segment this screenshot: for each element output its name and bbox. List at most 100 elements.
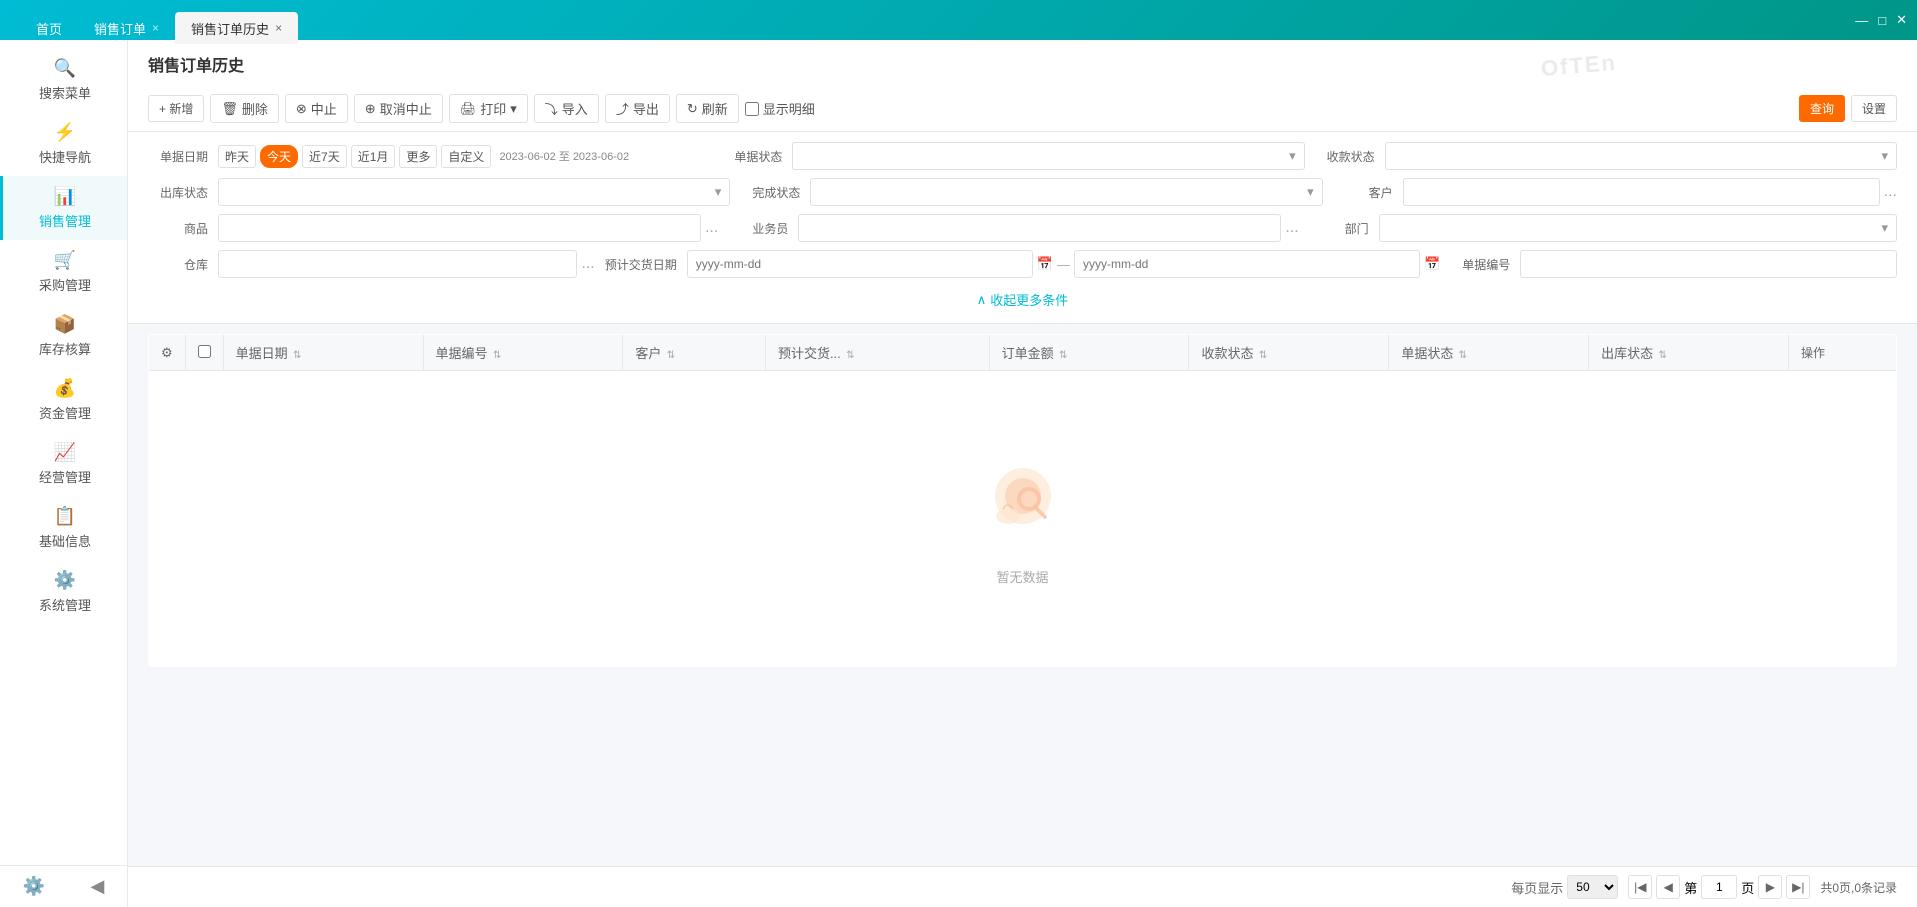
per-page-dropdown[interactable]: 50 20 100 200 (1567, 875, 1618, 899)
add-button[interactable]: + 新增 (148, 95, 204, 122)
prev-page-btn[interactable]: ◀ (1656, 875, 1680, 899)
current-page-input[interactable] (1701, 875, 1737, 899)
sidebar-label-经营管理: 经营管理 (39, 467, 91, 486)
show-columns-area: 显示明细 (745, 99, 815, 118)
7days-btn[interactable]: 近7天 (302, 145, 347, 168)
doc-status-sort-icon[interactable]: ⇅ (1459, 350, 1467, 361)
receipt-status-select[interactable]: ▾ (1385, 142, 1897, 170)
settings-button[interactable]: 设置 (1851, 95, 1897, 122)
tab-销售订单[interactable]: 销售订单× (78, 12, 175, 44)
amount-sort-icon[interactable]: ⇅ (1059, 350, 1067, 361)
window-minimize-btn[interactable]: — (1855, 13, 1868, 28)
department-select[interactable]: ▾ (1379, 214, 1897, 242)
sidebar-nav: 🔍 搜索菜单 ⚡ 快捷导航 📊 销售管理 🛒 采购管理 📦 库存核算 💰 资金管… (0, 48, 127, 624)
refresh-icon: ↻ (687, 101, 698, 117)
settings-gear-icon[interactable]: ⚙ (161, 345, 173, 360)
stop-icon: ⊗ (296, 101, 307, 117)
delivery-sort-icon[interactable]: ⇅ (846, 350, 854, 361)
sidebar-icon-库存核算: 📦 (54, 314, 76, 335)
status-filter-label: 单据状态 (722, 148, 782, 165)
sidebar-item-基础信息[interactable]: 📋 基础信息 (0, 496, 127, 560)
sidebar-item-系统管理[interactable]: ⚙️ 系统管理 (0, 560, 127, 624)
product-dots-btn[interactable]: ... (705, 219, 718, 237)
sidebar-label-采购管理: 采购管理 (39, 275, 91, 294)
last-page-btn[interactable]: ▶| (1786, 875, 1810, 899)
select-all-checkbox[interactable] (198, 345, 211, 358)
calendar-from-icon[interactable]: 📅 (1037, 256, 1053, 272)
sidebar-bottom: ⚙️ ◀ (0, 865, 127, 907)
product-input[interactable] (218, 214, 701, 242)
per-page-select: 每页显示 50 20 100 200 (1511, 875, 1618, 899)
tab-close-销售订单[interactable]: × (152, 21, 159, 35)
expected-date-from[interactable] (687, 250, 1033, 278)
sidebar-item-采购管理[interactable]: 🛒 采购管理 (0, 240, 127, 304)
more-date-btn[interactable]: 更多 (399, 145, 437, 168)
salesperson-input[interactable] (798, 214, 1281, 242)
status-chevron-icon: ▾ (1289, 148, 1296, 164)
first-page-btn[interactable]: |◀ (1628, 875, 1652, 899)
sidebar-label-销售管理: 销售管理 (39, 211, 91, 230)
warehouse-dots-btn[interactable]: ... (581, 255, 594, 273)
warehouse-control: ... (218, 250, 595, 278)
export-button[interactable]: ⤴ 导出 (605, 94, 670, 123)
delete-button[interactable]: 🗑 删除 (210, 94, 279, 123)
filter-row-1: 单据日期 昨天 今天 近7天 近1月 更多 自定义 2023-06-02 至 2… (148, 142, 1897, 170)
window-maximize-btn[interactable]: □ (1878, 13, 1886, 28)
table-area: ⚙ 单据日期 ⇅ 单据编号 ⇅ (128, 324, 1917, 866)
calendar-to-icon[interactable]: 📅 (1424, 256, 1440, 272)
collapse-label: 收起更多条件 (990, 290, 1068, 309)
cancel-stop-button[interactable]: ⊕ 取消中止 (354, 94, 443, 123)
tab-close-销售订单历史[interactable]: × (275, 21, 282, 35)
query-button[interactable]: 查询 (1799, 95, 1845, 122)
print-button[interactable]: 🖨 打印 ▾ (449, 94, 528, 123)
customer-control: ... (1403, 178, 1897, 206)
custom-date-btn[interactable]: 自定义 (441, 145, 491, 168)
pagination-nav: |◀ ◀ 第 页 ▶ ▶| (1628, 875, 1810, 899)
receipt-sort-icon[interactable]: ⇅ (1259, 350, 1267, 361)
salesperson-label: 业务员 (728, 220, 788, 237)
1month-btn[interactable]: 近1月 (351, 145, 396, 168)
tab-销售订单历史[interactable]: 销售订单历史× (175, 12, 298, 44)
sidebar-item-搜索菜单[interactable]: 🔍 搜索菜单 (0, 48, 127, 112)
page-label-before: 第 (1684, 878, 1697, 897)
sidebar-label-资金管理: 资金管理 (39, 403, 91, 422)
date-sort-icon[interactable]: ⇅ (293, 350, 301, 361)
footer: 每页显示 50 20 100 200 |◀ ◀ 第 页 ▶ ▶| 共0页,0条记… (128, 866, 1917, 907)
complete-select[interactable]: ▾ (810, 178, 1322, 206)
import-button[interactable]: ⤵ 导入 (534, 94, 599, 123)
date-separator: — (1057, 257, 1070, 272)
warehouse-input[interactable] (218, 250, 577, 278)
sidebar-item-经营管理[interactable]: 📈 经营管理 (0, 432, 127, 496)
window-close-btn[interactable]: ✕ (1896, 12, 1907, 28)
delivery-status-sort-icon[interactable]: ⇅ (1659, 350, 1667, 361)
sidebar-item-资金管理[interactable]: 💰 资金管理 (0, 368, 127, 432)
top-bar-right: — □ ✕ (1855, 12, 1907, 28)
expected-date-to[interactable] (1074, 250, 1420, 278)
sidebar-settings-btn[interactable]: ⚙️ (23, 876, 45, 897)
status-select[interactable]: ▾ (792, 142, 1304, 170)
customer-input[interactable] (1403, 178, 1880, 206)
sidebar-collapse-btn[interactable]: ◀ (90, 876, 104, 897)
filter-row-4: 仓库 ... 预计交货日期 📅 — 📅 单据编号 (148, 250, 1897, 278)
collapse-btn[interactable]: ∧ 收起更多条件 (148, 286, 1897, 313)
sidebar-item-销售管理[interactable]: 📊 销售管理 (0, 176, 127, 240)
salesperson-dots-btn[interactable]: ... (1285, 219, 1298, 237)
sidebar-icon-系统管理: ⚙️ (54, 570, 76, 591)
number-sort-icon[interactable]: ⇅ (493, 350, 501, 361)
empty-text: 暂无数据 (996, 567, 1048, 586)
doc-number-input[interactable] (1520, 250, 1897, 278)
customer-sort-icon[interactable]: ⇅ (667, 350, 675, 361)
sidebar-item-库存核算[interactable]: 📦 库存核算 (0, 304, 127, 368)
sidebar-label-快捷导航: 快捷导航 (39, 147, 91, 166)
tab-首页[interactable]: 首页 (20, 12, 78, 44)
today-btn[interactable]: 今天 (260, 145, 298, 168)
delivery-select[interactable]: ▾ (218, 178, 730, 206)
department-label: 部门 (1309, 220, 1369, 237)
stop-button[interactable]: ⊗ 中止 (285, 94, 348, 123)
customer-dots-btn[interactable]: ... (1884, 183, 1897, 201)
show-columns-checkbox[interactable] (745, 102, 759, 116)
sidebar-item-快捷导航[interactable]: ⚡ 快捷导航 (0, 112, 127, 176)
refresh-button[interactable]: ↻ 刷新 (676, 94, 739, 123)
next-page-btn[interactable]: ▶ (1758, 875, 1782, 899)
yesterday-btn[interactable]: 昨天 (218, 145, 256, 168)
